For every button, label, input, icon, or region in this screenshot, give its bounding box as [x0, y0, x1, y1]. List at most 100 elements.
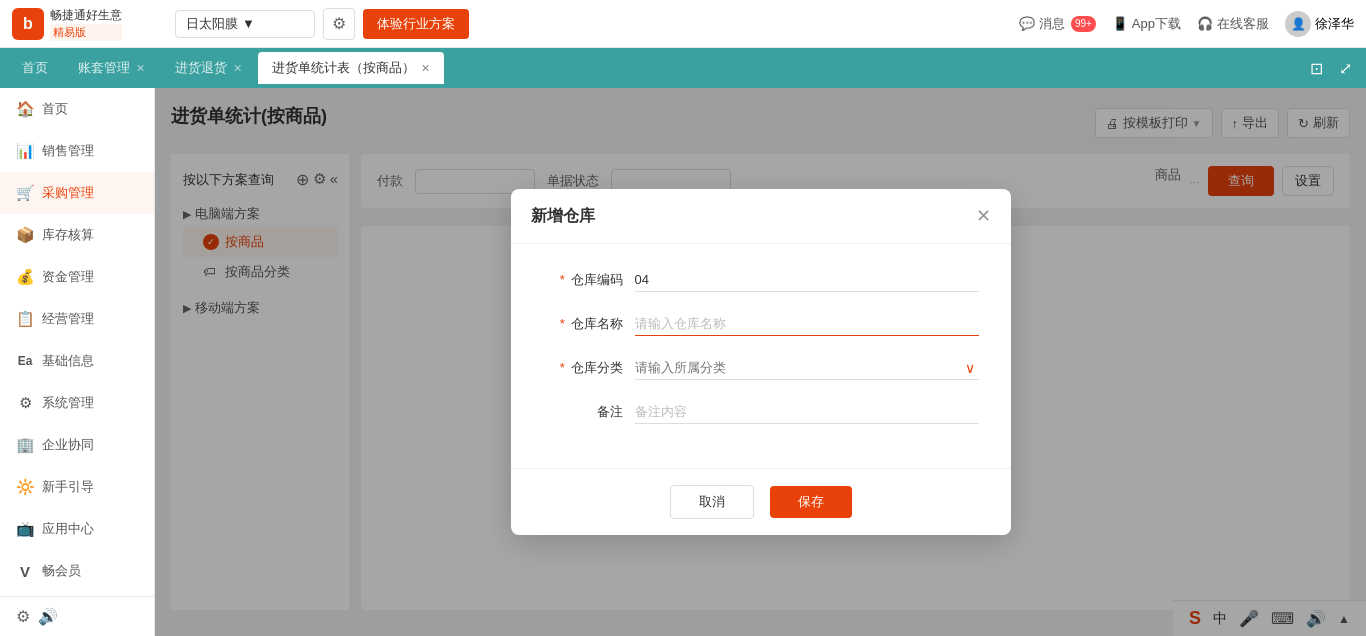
form-row-category: * 仓库分类 ∨	[543, 356, 979, 380]
notes-label: 备注	[543, 403, 623, 421]
online-service-label: 在线客服	[1217, 15, 1269, 33]
sidebar-item-guide[interactable]: 🔆 新手引导	[0, 466, 154, 508]
sidebar-item-operations[interactable]: 📋 经营管理	[0, 298, 154, 340]
sidebar-item-inventory[interactable]: 📦 库存核算	[0, 214, 154, 256]
warehouse-category-label: * 仓库分类	[543, 359, 623, 377]
tab-account-label: 账套管理	[78, 59, 130, 77]
sidebar-item-finance[interactable]: 💰 资金管理	[0, 256, 154, 298]
tab-home-label: 首页	[22, 59, 48, 77]
sidebar-home-label: 首页	[42, 100, 68, 118]
sidebar-operations-label: 经营管理	[42, 310, 94, 328]
sidebar-basic-info-label: 基础信息	[42, 352, 94, 370]
logo-badge: 精易版	[50, 24, 122, 41]
messages-badge: 99+	[1071, 16, 1096, 32]
modal-header: 新增仓库 ✕	[511, 189, 1011, 244]
form-row-code: * 仓库编码	[543, 268, 979, 292]
sidebar-guide-label: 新手引导	[42, 478, 94, 496]
logo-icon: b	[12, 8, 44, 40]
sidebar-member-label: 畅会员	[42, 562, 81, 580]
tab-home[interactable]: 首页	[8, 52, 62, 84]
tab-expand-icon[interactable]: ⤢	[1333, 59, 1358, 78]
store-selector[interactable]: 日太阳膜 ▼	[175, 10, 315, 38]
cancel-button[interactable]: 取消	[670, 485, 754, 519]
logo-text: 畅捷通好生意	[50, 7, 122, 24]
home-icon: 🏠	[16, 100, 34, 118]
message-icon: 💬	[1019, 16, 1035, 31]
warehouse-code-label: * 仓库编码	[543, 271, 623, 289]
sales-icon: 📊	[16, 142, 34, 160]
warehouse-category-input[interactable]	[635, 356, 979, 380]
form-row-name: * 仓库名称	[543, 312, 979, 336]
header-right: 💬 消息 99+ 📱 App下载 🎧 在线客服 👤 徐泽华	[1019, 11, 1354, 37]
inventory-icon: 📦	[16, 226, 34, 244]
sidebar-system-label: 系统管理	[42, 394, 94, 412]
trial-button[interactable]: 体验行业方案	[363, 9, 469, 39]
tab-account-close-icon[interactable]: ✕	[136, 62, 145, 75]
content-area: 进货单统计(按商品) 🖨 按模板打印 ▼ ↑ 导出 ↻ 刷新	[155, 88, 1366, 636]
chevron-down-icon: ▼	[242, 16, 255, 31]
tab-purchase-return[interactable]: 进货退货 ✕	[161, 52, 256, 84]
modal-dialog: 新增仓库 ✕ * 仓库编码	[511, 189, 1011, 535]
member-icon: V	[16, 562, 34, 580]
tab-account[interactable]: 账套管理 ✕	[64, 52, 159, 84]
sidebar-purchase-label: 采购管理	[42, 184, 94, 202]
username-label: 徐泽华	[1315, 15, 1354, 33]
headset-icon: 🎧	[1197, 16, 1213, 31]
modal-body: * 仓库编码 * 仓库名称	[511, 244, 1011, 468]
tab-purchase-return-close-icon[interactable]: ✕	[233, 62, 242, 75]
tab-controls: ⊡ ⤢	[1304, 59, 1358, 78]
messages-button[interactable]: 💬 消息 99+	[1019, 15, 1096, 33]
warehouse-code-input[interactable]	[635, 268, 979, 292]
app-download-button[interactable]: 📱 App下载	[1112, 15, 1181, 33]
sidebar-enterprise-label: 企业协同	[42, 436, 94, 454]
operations-icon: 📋	[16, 310, 34, 328]
tab-restore-icon[interactable]: ⊡	[1304, 59, 1329, 78]
modal-close-icon[interactable]: ✕	[976, 205, 991, 227]
sidebar-sales-label: 销售管理	[42, 142, 94, 160]
appstore-icon: 📺	[16, 520, 34, 538]
tab-purchase-stats[interactable]: 进货单统计表（按商品） ✕	[258, 52, 444, 84]
required-star-code: *	[560, 272, 565, 287]
sidebar-item-basic-info[interactable]: Ea 基础信息	[0, 340, 154, 382]
guide-icon: 🔆	[16, 478, 34, 496]
online-service-button[interactable]: 🎧 在线客服	[1197, 15, 1269, 33]
notes-input[interactable]	[635, 400, 979, 424]
sidebar-sound-icon[interactable]: 🔊	[38, 607, 58, 626]
main-layout: 🏠 首页 📊 销售管理 🛒 采购管理 📦 库存核算 💰 资金管理 📋 经营管理 …	[0, 88, 1366, 636]
basic-info-icon: Ea	[16, 352, 34, 370]
tab-purchase-return-label: 进货退货	[175, 59, 227, 77]
modal-footer: 取消 保存	[511, 468, 1011, 535]
sidebar-item-appstore[interactable]: 📺 应用中心	[0, 508, 154, 550]
sidebar-item-system[interactable]: ⚙ 系统管理	[0, 382, 154, 424]
sidebar-bottom: ⚙ 🔊	[0, 596, 154, 636]
user-avatar: 👤	[1285, 11, 1311, 37]
user-area[interactable]: 👤 徐泽华	[1285, 11, 1354, 37]
modal-backdrop: 新增仓库 ✕ * 仓库编码	[155, 88, 1366, 636]
settings-icon[interactable]: ⚙	[323, 8, 355, 40]
sidebar: 🏠 首页 📊 销售管理 🛒 采购管理 📦 库存核算 💰 资金管理 📋 经营管理 …	[0, 88, 155, 636]
warehouse-category-wrapper: ∨	[635, 356, 979, 380]
sidebar-item-member[interactable]: V 畅会员	[0, 550, 154, 592]
modal-title: 新增仓库	[531, 206, 595, 227]
sidebar-gear-icon[interactable]: ⚙	[16, 607, 30, 626]
sidebar-item-enterprise[interactable]: 🏢 企业协同	[0, 424, 154, 466]
tab-purchase-stats-close-icon[interactable]: ✕	[421, 62, 430, 75]
store-name: 日太阳膜	[186, 15, 238, 33]
sidebar-item-purchase[interactable]: 🛒 采购管理	[0, 172, 154, 214]
sidebar-inventory-label: 库存核算	[42, 226, 94, 244]
warehouse-name-input[interactable]	[635, 312, 979, 336]
sidebar-item-sales[interactable]: 📊 销售管理	[0, 130, 154, 172]
warehouse-name-label: * 仓库名称	[543, 315, 623, 333]
messages-label: 消息	[1039, 15, 1065, 33]
save-button[interactable]: 保存	[770, 486, 852, 518]
required-star-category: *	[560, 360, 565, 375]
finance-icon: 💰	[16, 268, 34, 286]
sidebar-appstore-label: 应用中心	[42, 520, 94, 538]
app-download-label: App下载	[1132, 15, 1181, 33]
system-icon: ⚙	[16, 394, 34, 412]
purchase-icon: 🛒	[16, 184, 34, 202]
sidebar-item-home[interactable]: 🏠 首页	[0, 88, 154, 130]
tab-bar: 首页 账套管理 ✕ 进货退货 ✕ 进货单统计表（按商品） ✕ ⊡ ⤢	[0, 48, 1366, 88]
sidebar-finance-label: 资金管理	[42, 268, 94, 286]
required-star-name: *	[560, 316, 565, 331]
